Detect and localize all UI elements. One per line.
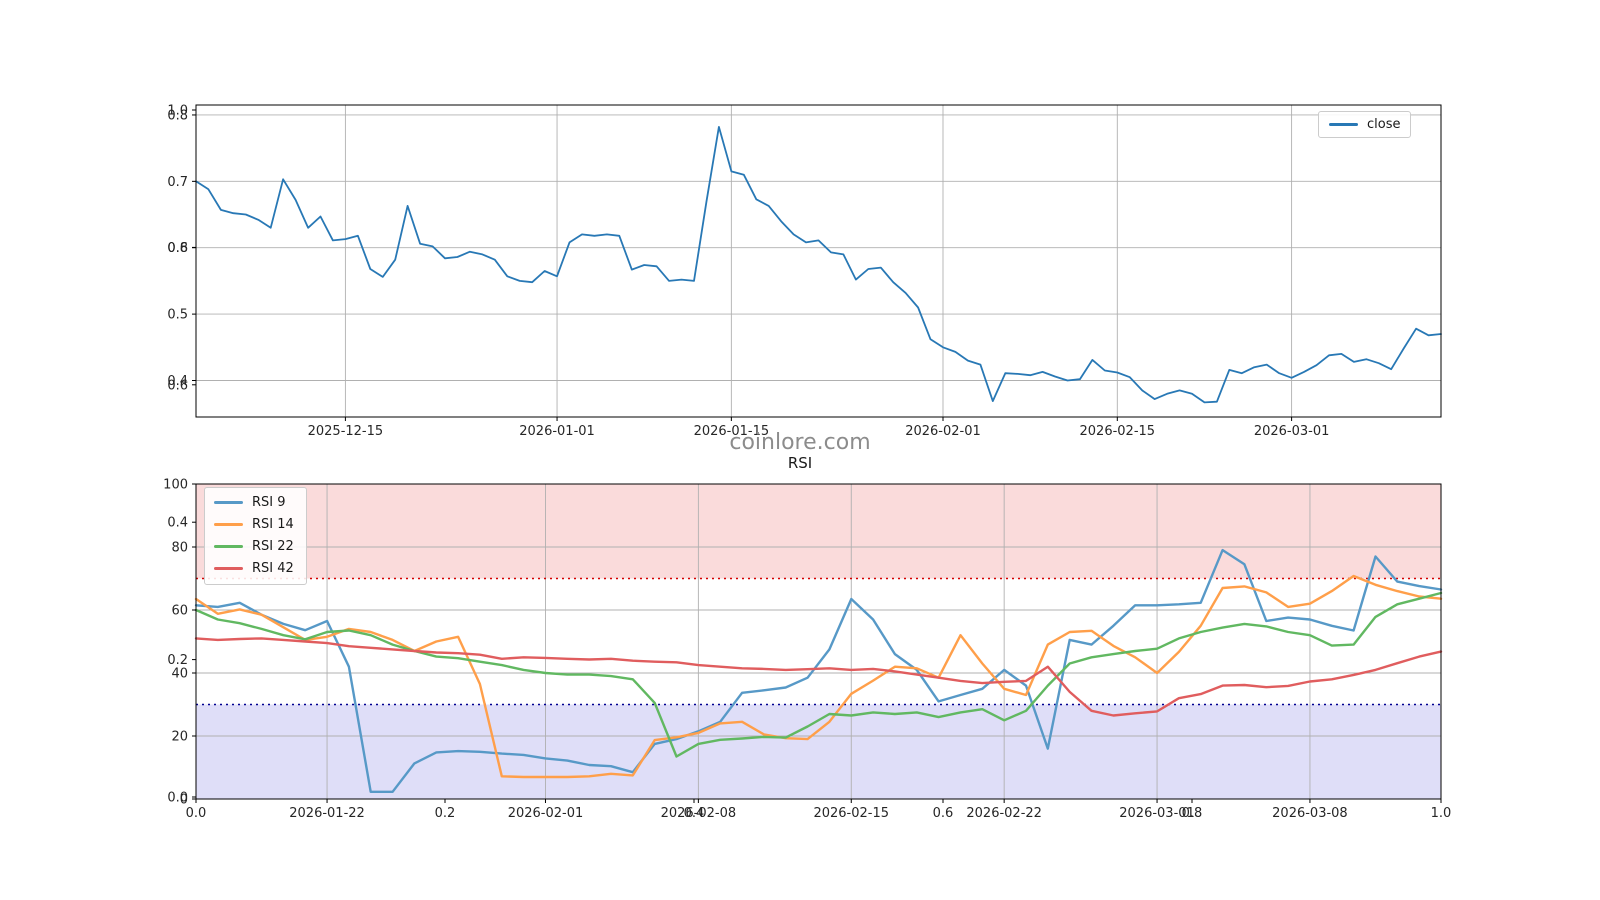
rsi-chart-title: RSI [787,454,813,472]
x-tick-label: 2026-03-08 [1272,806,1348,821]
x-tick-label: 2026-02-01 [508,806,584,821]
overlay-x-tick-label: 0.8 [1182,806,1203,821]
y-tick-label: 0.7 [167,175,188,190]
price-legend: close [1318,111,1412,138]
price-plot-border [195,104,1442,418]
rsi42-line-sample-icon [214,567,243,570]
overlay-y-tick-label: 1.0 [167,104,188,119]
overlay-y-tick-label: 0.8 [167,241,188,256]
price-legend-label: close [1367,117,1401,132]
y-tick-label: 80 [171,541,188,556]
rsi-band [196,704,1441,799]
rsi-legend: RSI 9 RSI 14 RSI 22 RSI 42 [204,487,307,585]
rsi-legend-row: RSI 14 [214,517,294,532]
rsi-legend-row: RSI 42 [214,561,294,576]
rsi14-legend-label: RSI 14 [252,517,294,532]
x-tick-label: 2026-02-22 [966,806,1042,821]
rsi22-line-sample-icon [214,545,243,548]
y-tick-label: 60 [171,604,188,619]
y-tick-label: 100 [163,478,188,493]
overlay-x-tick-label: 0.4 [684,806,705,821]
overlay-y-tick-label: 0.2 [167,653,188,668]
overlay-x-tick-label: 1.0 [1431,806,1452,821]
rsi-band [196,484,1441,579]
y-tick-label: 20 [171,730,188,745]
rsi9-legend-label: RSI 9 [252,495,286,510]
x-tick-label: 2026-01-22 [289,806,365,821]
overlay-x-tick-label: 0.2 [435,806,456,821]
rsi9-line-sample-icon [214,501,243,504]
rsi-legend-row: RSI 22 [214,539,294,554]
figure-canvas: 0.4 0.5 0.6 0.7 0.8 2025-12-15 2026-01-01 2026-… [0,0,1600,900]
y-tick-label: 0.5 [167,308,188,323]
rsi22-legend-label: RSI 22 [252,539,294,554]
rsi-legend-row: RSI 9 [214,495,286,510]
rsi14-line-sample-icon [214,523,243,526]
overlay-x-tick-label: 0.0 [186,806,207,821]
overlay-x-tick-label: 0.6 [933,806,954,821]
rsi42-legend-label: RSI 42 [252,561,294,576]
overlay-y-tick-label: 0.0 [167,791,188,806]
overlay-y-tick-label: 0.4 [167,516,188,531]
series-line-close [195,126,1442,404]
x-tick-label: 2026-02-15 [813,806,889,821]
close-line-sample-icon [1329,123,1358,126]
overlay-y-tick-label: 0.6 [167,378,188,393]
y-tick-label: 40 [171,667,188,682]
watermark: coinlore.com [729,430,871,455]
